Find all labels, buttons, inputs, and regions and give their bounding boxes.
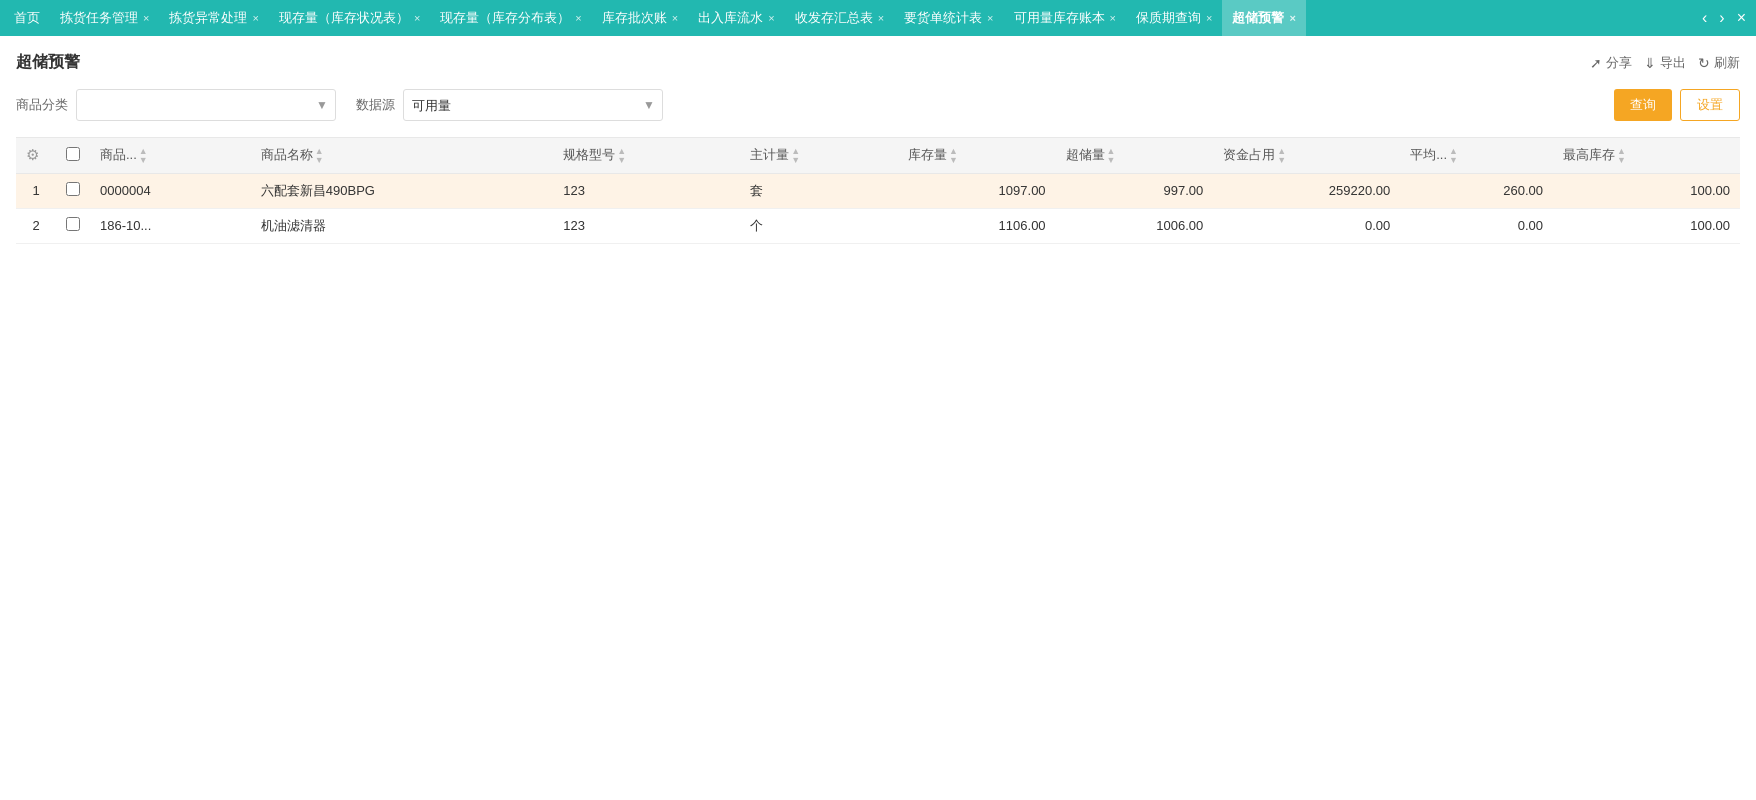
nav-item-11[interactable]: 超储预警× [1222, 0, 1305, 36]
th-checkbox [56, 138, 90, 174]
datasource-select[interactable]: 可用量 库存量 [403, 89, 663, 121]
filter-actions: 查询 设置 [1614, 89, 1740, 121]
th-avg[interactable]: 平均...▲▼ [1400, 138, 1553, 174]
row-stock: 1106.00 [898, 208, 1056, 243]
nav-close-2[interactable]: × [252, 12, 258, 24]
filter-row: 商品分类 ▼ 数据源 可用量 库存量 ▼ 查询 设置 [16, 89, 1740, 121]
page-title: 超储预警 [16, 52, 80, 73]
row-checkbox[interactable] [66, 182, 80, 196]
row-unit: 个 [740, 208, 898, 243]
nav-close-3[interactable]: × [414, 12, 420, 24]
table-row: 2 186-10... 机油滤清器 123 个 1106.00 1006.00 … [16, 208, 1740, 243]
nav-item-4[interactable]: 现存量（库存分布表）× [430, 0, 591, 36]
row-avg: 260.00 [1400, 173, 1553, 208]
nav-item-8[interactable]: 要货单统计表× [894, 0, 1003, 36]
nav-item-5[interactable]: 库存批次账× [592, 0, 688, 36]
row-capital: 0.00 [1213, 208, 1400, 243]
category-filter: 商品分类 ▼ [16, 89, 336, 121]
nav-close-8[interactable]: × [987, 12, 993, 24]
row-over-stock: 1006.00 [1056, 208, 1214, 243]
share-label: 分享 [1606, 54, 1632, 72]
row-product-name: 机油滤清器 [251, 208, 553, 243]
row-seq: 2 [16, 208, 56, 243]
refresh-button[interactable]: ↻ 刷新 [1698, 54, 1740, 72]
nav-next-arrow[interactable]: › [1713, 0, 1730, 36]
nav-close-1[interactable]: × [143, 12, 149, 24]
nav-close-4[interactable]: × [575, 12, 581, 24]
th-max-stock[interactable]: 最高库存▲▼ [1553, 138, 1740, 174]
nav-close-arrow[interactable]: × [1731, 0, 1752, 36]
datasource-label: 数据源 [356, 96, 395, 114]
th-product-code[interactable]: 商品...▲▼ [90, 138, 251, 174]
row-spec: 123 [553, 173, 740, 208]
row-seq: 1 [16, 173, 56, 208]
nav-close-11[interactable]: × [1289, 12, 1295, 24]
row-product-code: 186-10... [90, 208, 251, 243]
table-header-row: ⚙ 商品...▲▼ 商品名称▲▼ 规格型号▲▼ 主计量▲▼ 库 [16, 138, 1740, 174]
nav-item-1[interactable]: 拣货任务管理× [50, 0, 159, 36]
nav-item-9[interactable]: 可用量库存账本× [1004, 0, 1126, 36]
export-button[interactable]: ⇓ 导出 [1644, 54, 1686, 72]
category-select[interactable] [76, 89, 336, 121]
nav-item-0[interactable]: 首页 [4, 0, 50, 36]
row-over-stock: 997.00 [1056, 173, 1214, 208]
row-spec: 123 [553, 208, 740, 243]
row-product-code: 0000004 [90, 173, 251, 208]
row-checkbox-cell [56, 208, 90, 243]
datasource-select-wrapper: 可用量 库存量 ▼ [403, 89, 663, 121]
share-icon: ➚ [1590, 55, 1602, 71]
nav-item-10[interactable]: 保质期查询× [1126, 0, 1222, 36]
th-spec[interactable]: 规格型号▲▼ [553, 138, 740, 174]
row-unit: 套 [740, 173, 898, 208]
th-capital[interactable]: 资金占用▲▼ [1213, 138, 1400, 174]
row-capital: 259220.00 [1213, 173, 1400, 208]
page-header: 超储预警 ➚ 分享 ⇓ 导出 ↻ 刷新 [16, 52, 1740, 73]
top-nav: 首页拣货任务管理×拣货异常处理×现存量（库存状况表）×现存量（库存分布表）×库存… [0, 0, 1756, 36]
datasource-filter: 数据源 可用量 库存量 ▼ [356, 89, 663, 121]
data-table: ⚙ 商品...▲▼ 商品名称▲▼ 规格型号▲▼ 主计量▲▼ 库 [16, 137, 1740, 244]
th-over-stock[interactable]: 超储量▲▼ [1056, 138, 1214, 174]
export-label: 导出 [1660, 54, 1686, 72]
th-gear: ⚙ [16, 138, 56, 174]
nav-prev-arrow[interactable]: ‹ [1696, 0, 1713, 36]
th-unit[interactable]: 主计量▲▼ [740, 138, 898, 174]
nav-close-7[interactable]: × [878, 12, 884, 24]
row-checkbox[interactable] [66, 217, 80, 231]
refresh-label: 刷新 [1714, 54, 1740, 72]
page-container: 超储预警 ➚ 分享 ⇓ 导出 ↻ 刷新 商品分类 ▼ [0, 36, 1756, 800]
row-max-stock: 100.00 [1553, 208, 1740, 243]
row-max-stock: 100.00 [1553, 173, 1740, 208]
category-label: 商品分类 [16, 96, 68, 114]
nav-item-7[interactable]: 收发存汇总表× [785, 0, 894, 36]
row-avg: 0.00 [1400, 208, 1553, 243]
nav-item-2[interactable]: 拣货异常处理× [159, 0, 268, 36]
nav-close-6[interactable]: × [768, 12, 774, 24]
query-button[interactable]: 查询 [1614, 89, 1672, 121]
category-select-wrapper: ▼ [76, 89, 336, 121]
row-stock: 1097.00 [898, 173, 1056, 208]
nav-close-9[interactable]: × [1110, 12, 1116, 24]
nav-item-6[interactable]: 出入库流水× [688, 0, 784, 36]
table-row: 1 0000004 六配套新昌490BPG 123 套 1097.00 997.… [16, 173, 1740, 208]
nav-close-5[interactable]: × [672, 12, 678, 24]
row-product-name: 六配套新昌490BPG [251, 173, 553, 208]
share-button[interactable]: ➚ 分享 [1590, 54, 1632, 72]
header-actions: ➚ 分享 ⇓ 导出 ↻ 刷新 [1590, 54, 1740, 72]
export-icon: ⇓ [1644, 55, 1656, 71]
nav-close-10[interactable]: × [1206, 12, 1212, 24]
row-checkbox-cell [56, 173, 90, 208]
th-stock[interactable]: 库存量▲▼ [898, 138, 1056, 174]
th-product-name[interactable]: 商品名称▲▼ [251, 138, 553, 174]
select-all-checkbox[interactable] [66, 147, 80, 161]
settings-button[interactable]: 设置 [1680, 89, 1740, 121]
nav-item-3[interactable]: 现存量（库存状况表）× [269, 0, 430, 36]
refresh-icon: ↻ [1698, 55, 1710, 71]
table-gear-icon[interactable]: ⚙ [26, 146, 39, 163]
